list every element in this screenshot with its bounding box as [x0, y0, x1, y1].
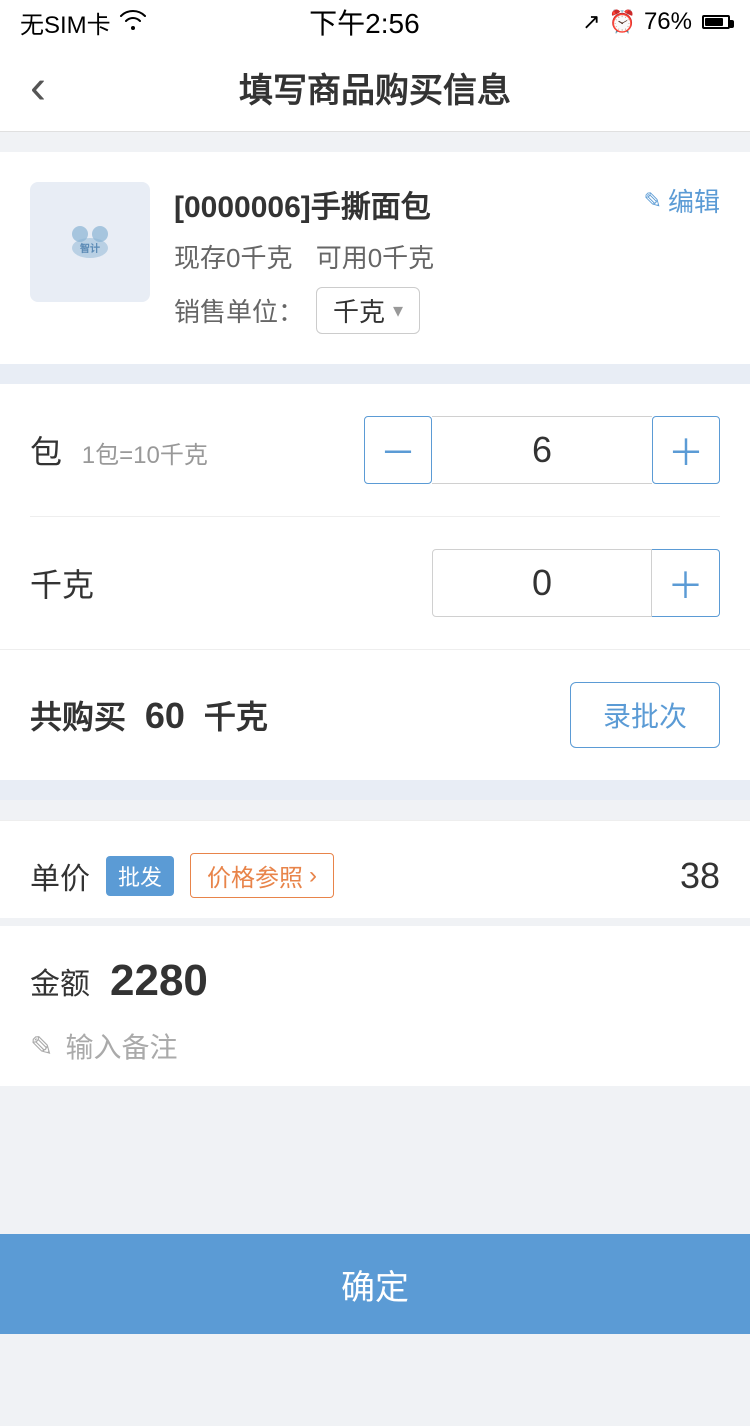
- amount-row: 金额 2280: [30, 956, 720, 1006]
- page-title: 填写商品购买信息: [239, 63, 511, 112]
- reference-tag[interactable]: 价格参照 ›: [190, 853, 334, 898]
- bao-controls: － ＋: [364, 416, 720, 484]
- battery-icon: [702, 15, 730, 29]
- kg-input-row: 千克 ＋: [30, 517, 720, 649]
- total-text: 共购买 60 千克: [30, 692, 268, 738]
- status-left: 无SIM卡: [20, 5, 147, 40]
- carrier-text: 无SIM卡: [20, 5, 111, 40]
- status-bar: 无SIM卡 下午2:56 ↗ ⏰ 76%: [0, 0, 750, 44]
- price-label: 单价: [30, 854, 90, 898]
- price-left: 单价 批发 价格参照 ›: [30, 853, 334, 898]
- bao-input[interactable]: [432, 416, 652, 484]
- amount-label: 金额: [30, 959, 90, 1003]
- kg-controls: ＋: [432, 549, 720, 617]
- location-icon: ↗: [582, 9, 600, 35]
- product-name: [0000006]手撕面包: [174, 182, 720, 226]
- kg-label: 千克: [30, 560, 94, 606]
- price-row: 单价 批发 价格参照 › 38: [30, 853, 720, 898]
- bao-input-row: 包 1包=10千克 － ＋: [30, 384, 720, 517]
- amount-value: 2280: [110, 956, 208, 1006]
- kg-increment-button[interactable]: ＋: [652, 549, 720, 617]
- edit-icon: ✎: [644, 188, 662, 214]
- price-value: 38: [680, 855, 720, 897]
- wifi-icon: [119, 8, 147, 37]
- note-icon: ✎: [30, 1030, 53, 1063]
- confirm-button-text: 确定: [341, 1260, 409, 1309]
- alarm-icon: ⏰: [609, 9, 636, 35]
- price-section: 单价 批发 价格参照 › 38: [0, 820, 750, 918]
- batch-button[interactable]: 录批次: [570, 682, 720, 748]
- edit-button[interactable]: ✎ 编辑: [644, 182, 720, 219]
- status-time: 下午2:56: [309, 2, 420, 42]
- amount-section: 金额 2280 ✎ 输入备注: [0, 918, 750, 1086]
- battery-percent: 76%: [644, 8, 692, 36]
- chevron-down-icon: ▾: [393, 298, 403, 323]
- chevron-right-icon: ›: [309, 862, 317, 890]
- back-button[interactable]: ‹: [30, 60, 46, 115]
- section-divider-1: [0, 364, 750, 384]
- kg-input[interactable]: [432, 549, 652, 617]
- section-divider-2: [0, 780, 750, 800]
- unit-select[interactable]: 千克 ▾: [316, 287, 420, 334]
- product-stock: 现存0千克 可用0千克: [174, 238, 720, 275]
- bao-decrement-button[interactable]: －: [364, 416, 432, 484]
- product-image: 智计: [30, 182, 150, 302]
- svg-text:智计: 智计: [80, 242, 100, 255]
- bao-increment-button[interactable]: ＋: [652, 416, 720, 484]
- bao-label: 包 1包=10千克: [30, 427, 208, 473]
- pifa-tag: 批发: [106, 856, 174, 896]
- product-info: [0000006]手撕面包 现存0千克 可用0千克 销售单位： 千克 ▾: [174, 182, 720, 334]
- confirm-bar[interactable]: 确定: [0, 1234, 750, 1334]
- note-row[interactable]: ✎ 输入备注: [30, 1026, 720, 1066]
- total-row: 共购买 60 千克 录批次: [0, 649, 750, 780]
- note-placeholder: 输入备注: [65, 1026, 177, 1066]
- bao-sublabel: 1包=10千克: [82, 442, 208, 469]
- input-section: 包 1包=10千克 － ＋ 千克 ＋: [0, 384, 750, 649]
- product-unit: 销售单位： 千克 ▾: [174, 287, 720, 334]
- nav-bar: ‹ 填写商品购买信息: [0, 44, 750, 132]
- status-right: ↗ ⏰ 76%: [582, 8, 730, 36]
- product-card: 智计 [0000006]手撕面包 现存0千克 可用0千克 销售单位： 千克 ▾ …: [0, 152, 750, 364]
